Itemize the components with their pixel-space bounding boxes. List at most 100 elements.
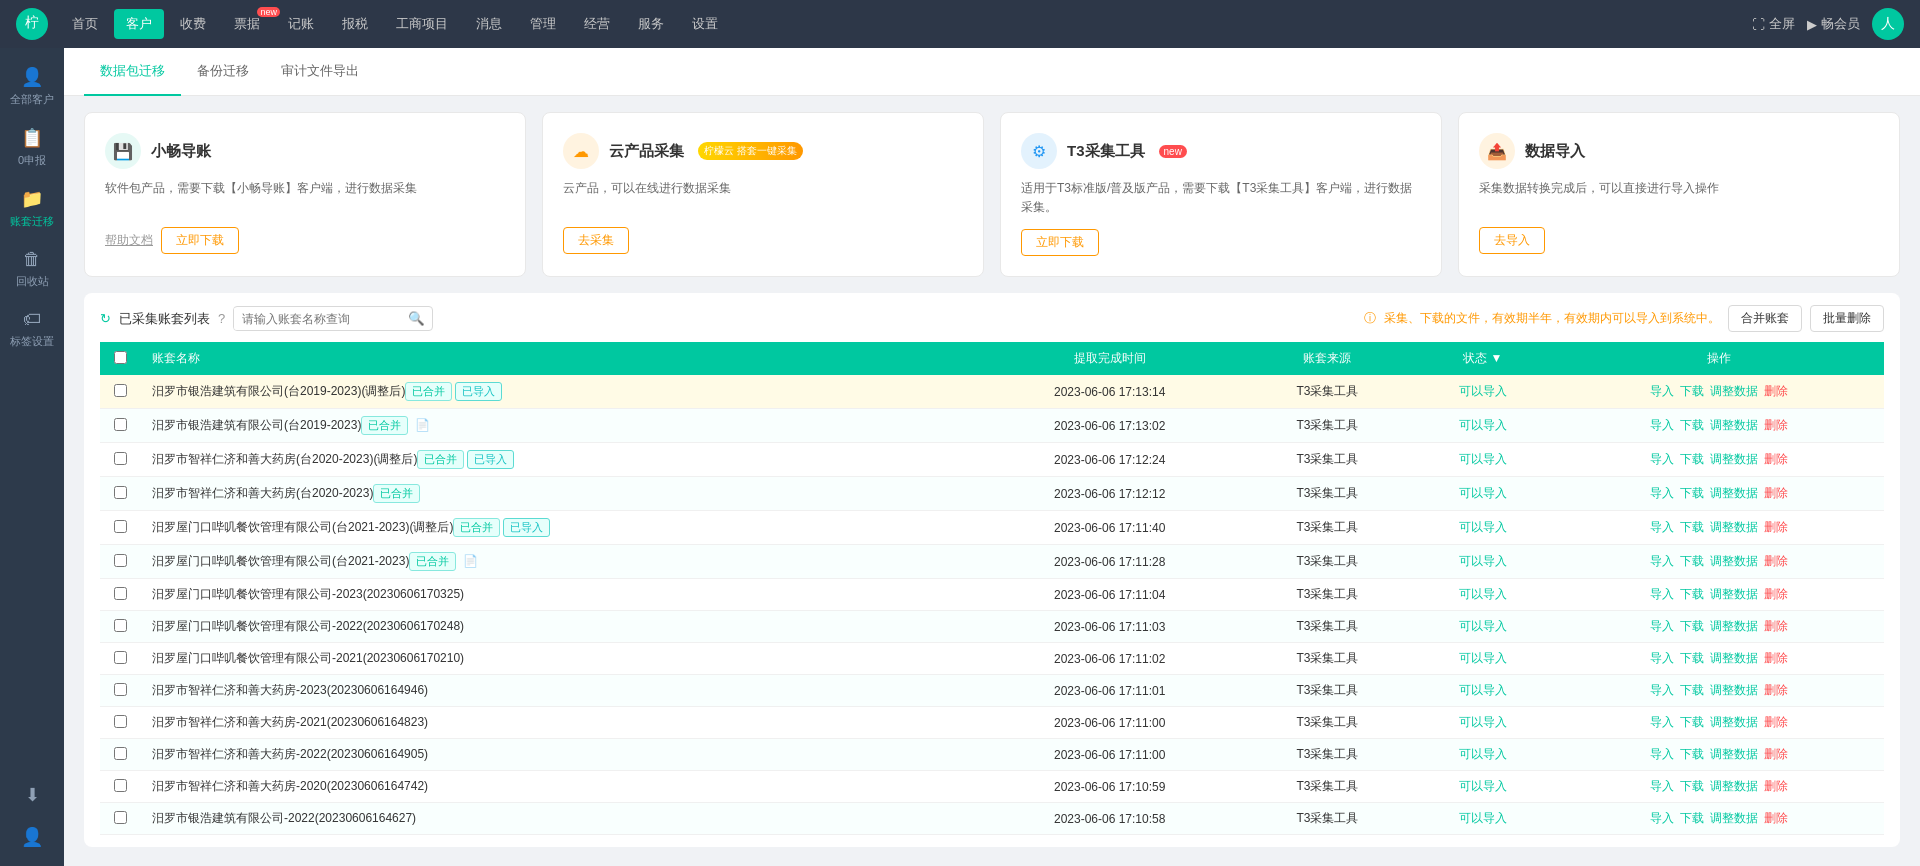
action-删除[interactable]: 删除 — [1764, 715, 1788, 729]
row-checkbox[interactable] — [114, 651, 127, 664]
row-checkbox[interactable] — [114, 554, 127, 567]
action-调整数据[interactable]: 调整数据 — [1710, 520, 1758, 534]
action-下载[interactable]: 下载 — [1680, 651, 1704, 665]
action-下载[interactable]: 下载 — [1680, 619, 1704, 633]
row-checkbox[interactable] — [114, 587, 127, 600]
action-调整数据[interactable]: 调整数据 — [1710, 715, 1758, 729]
avatar[interactable]: 人 — [1872, 8, 1904, 40]
action-删除[interactable]: 删除 — [1764, 486, 1788, 500]
action-导入[interactable]: 导入 — [1650, 747, 1674, 761]
sidebar-item-recycle[interactable]: 🗑 回收站 — [0, 239, 64, 299]
action-下载[interactable]: 下载 — [1680, 452, 1704, 466]
sidebar-item-tag-settings[interactable]: 🏷 标签设置 — [0, 299, 64, 359]
action-删除[interactable]: 删除 — [1764, 651, 1788, 665]
action-导入[interactable]: 导入 — [1650, 683, 1674, 697]
download-now-button[interactable]: 立即下载 — [161, 227, 239, 254]
nav-item-message[interactable]: 消息 — [464, 9, 514, 39]
nav-item-fee[interactable]: 收费 — [168, 9, 218, 39]
row-checkbox[interactable] — [114, 520, 127, 533]
action-删除[interactable]: 删除 — [1764, 384, 1788, 398]
help-doc-link[interactable]: 帮助文档 — [105, 232, 153, 249]
action-删除[interactable]: 删除 — [1764, 779, 1788, 793]
tab-audit-export[interactable]: 审计文件导出 — [265, 48, 375, 96]
action-导入[interactable]: 导入 — [1650, 384, 1674, 398]
sidebar-item-zero-report[interactable]: 📋 0申报 — [0, 117, 64, 178]
action-导入[interactable]: 导入 — [1650, 619, 1674, 633]
go-import-button[interactable]: 去导入 — [1479, 227, 1545, 254]
go-collect-button[interactable]: 去采集 — [563, 227, 629, 254]
action-下载[interactable]: 下载 — [1680, 554, 1704, 568]
col-status[interactable]: 状态 ▼ — [1412, 342, 1554, 375]
row-checkbox[interactable] — [114, 779, 127, 792]
select-all-checkbox[interactable] — [114, 351, 127, 364]
action-导入[interactable]: 导入 — [1650, 418, 1674, 432]
action-下载[interactable]: 下载 — [1680, 418, 1704, 432]
row-checkbox[interactable] — [114, 619, 127, 632]
action-导入[interactable]: 导入 — [1650, 811, 1674, 825]
fullscreen-btn[interactable]: ⛶ 全屏 — [1752, 15, 1795, 33]
nav-item-manage[interactable]: 管理 — [518, 9, 568, 39]
action-调整数据[interactable]: 调整数据 — [1710, 619, 1758, 633]
action-调整数据[interactable]: 调整数据 — [1710, 418, 1758, 432]
nav-item-tax[interactable]: 报税 — [330, 9, 380, 39]
action-导入[interactable]: 导入 — [1650, 715, 1674, 729]
nav-item-commerce[interactable]: 工商项目 — [384, 9, 460, 39]
action-调整数据[interactable]: 调整数据 — [1710, 747, 1758, 761]
action-导入[interactable]: 导入 — [1650, 587, 1674, 601]
member-btn[interactable]: ▶ 畅会员 — [1807, 15, 1860, 33]
action-下载[interactable]: 下载 — [1680, 715, 1704, 729]
action-下载[interactable]: 下载 — [1680, 811, 1704, 825]
action-导入[interactable]: 导入 — [1650, 452, 1674, 466]
nav-item-operation[interactable]: 经营 — [572, 9, 622, 39]
action-调整数据[interactable]: 调整数据 — [1710, 651, 1758, 665]
row-checkbox[interactable] — [114, 486, 127, 499]
action-调整数据[interactable]: 调整数据 — [1710, 683, 1758, 697]
action-下载[interactable]: 下载 — [1680, 779, 1704, 793]
action-调整数据[interactable]: 调整数据 — [1710, 811, 1758, 825]
action-删除[interactable]: 删除 — [1764, 811, 1788, 825]
action-调整数据[interactable]: 调整数据 — [1710, 384, 1758, 398]
row-checkbox[interactable] — [114, 418, 127, 431]
action-删除[interactable]: 删除 — [1764, 619, 1788, 633]
tab-data-migration[interactable]: 数据包迁移 — [84, 48, 181, 96]
action-下载[interactable]: 下载 — [1680, 384, 1704, 398]
action-调整数据[interactable]: 调整数据 — [1710, 779, 1758, 793]
action-下载[interactable]: 下载 — [1680, 747, 1704, 761]
action-导入[interactable]: 导入 — [1650, 651, 1674, 665]
nav-item-settings[interactable]: 设置 — [680, 9, 730, 39]
nav-item-invoice[interactable]: 票据 new — [222, 9, 272, 39]
search-input[interactable] — [234, 308, 400, 330]
action-删除[interactable]: 删除 — [1764, 520, 1788, 534]
action-下载[interactable]: 下载 — [1680, 683, 1704, 697]
batch-delete-button[interactable]: 批量删除 — [1810, 305, 1884, 332]
action-调整数据[interactable]: 调整数据 — [1710, 452, 1758, 466]
sidebar-item-download[interactable]: ⬇ — [17, 774, 47, 816]
refresh-icon[interactable]: ↻ — [100, 311, 111, 326]
row-checkbox[interactable] — [114, 811, 127, 824]
nav-item-service[interactable]: 服务 — [626, 9, 676, 39]
row-checkbox[interactable] — [114, 452, 127, 465]
action-下载[interactable]: 下载 — [1680, 587, 1704, 601]
sidebar-item-account-migration[interactable]: 📁 账套迁移 — [0, 178, 64, 239]
sidebar-item-user[interactable]: 👤 — [17, 816, 47, 858]
sidebar-item-all-clients[interactable]: 👤 全部客户 — [0, 56, 64, 117]
row-checkbox[interactable] — [114, 747, 127, 760]
action-导入[interactable]: 导入 — [1650, 486, 1674, 500]
action-下载[interactable]: 下载 — [1680, 520, 1704, 534]
action-删除[interactable]: 删除 — [1764, 747, 1788, 761]
action-删除[interactable]: 删除 — [1764, 554, 1788, 568]
nav-item-client[interactable]: 客户 — [114, 9, 164, 39]
search-button[interactable]: 🔍 — [400, 307, 433, 330]
nav-item-home[interactable]: 首页 — [60, 9, 110, 39]
merge-accounts-button[interactable]: 合并账套 — [1728, 305, 1802, 332]
t3-download-button[interactable]: 立即下载 — [1021, 229, 1099, 256]
row-checkbox[interactable] — [114, 715, 127, 728]
action-导入[interactable]: 导入 — [1650, 554, 1674, 568]
action-删除[interactable]: 删除 — [1764, 587, 1788, 601]
action-删除[interactable]: 删除 — [1764, 452, 1788, 466]
action-调整数据[interactable]: 调整数据 — [1710, 554, 1758, 568]
row-checkbox[interactable] — [114, 683, 127, 696]
row-checkbox[interactable] — [114, 384, 127, 397]
action-导入[interactable]: 导入 — [1650, 779, 1674, 793]
action-下载[interactable]: 下载 — [1680, 486, 1704, 500]
